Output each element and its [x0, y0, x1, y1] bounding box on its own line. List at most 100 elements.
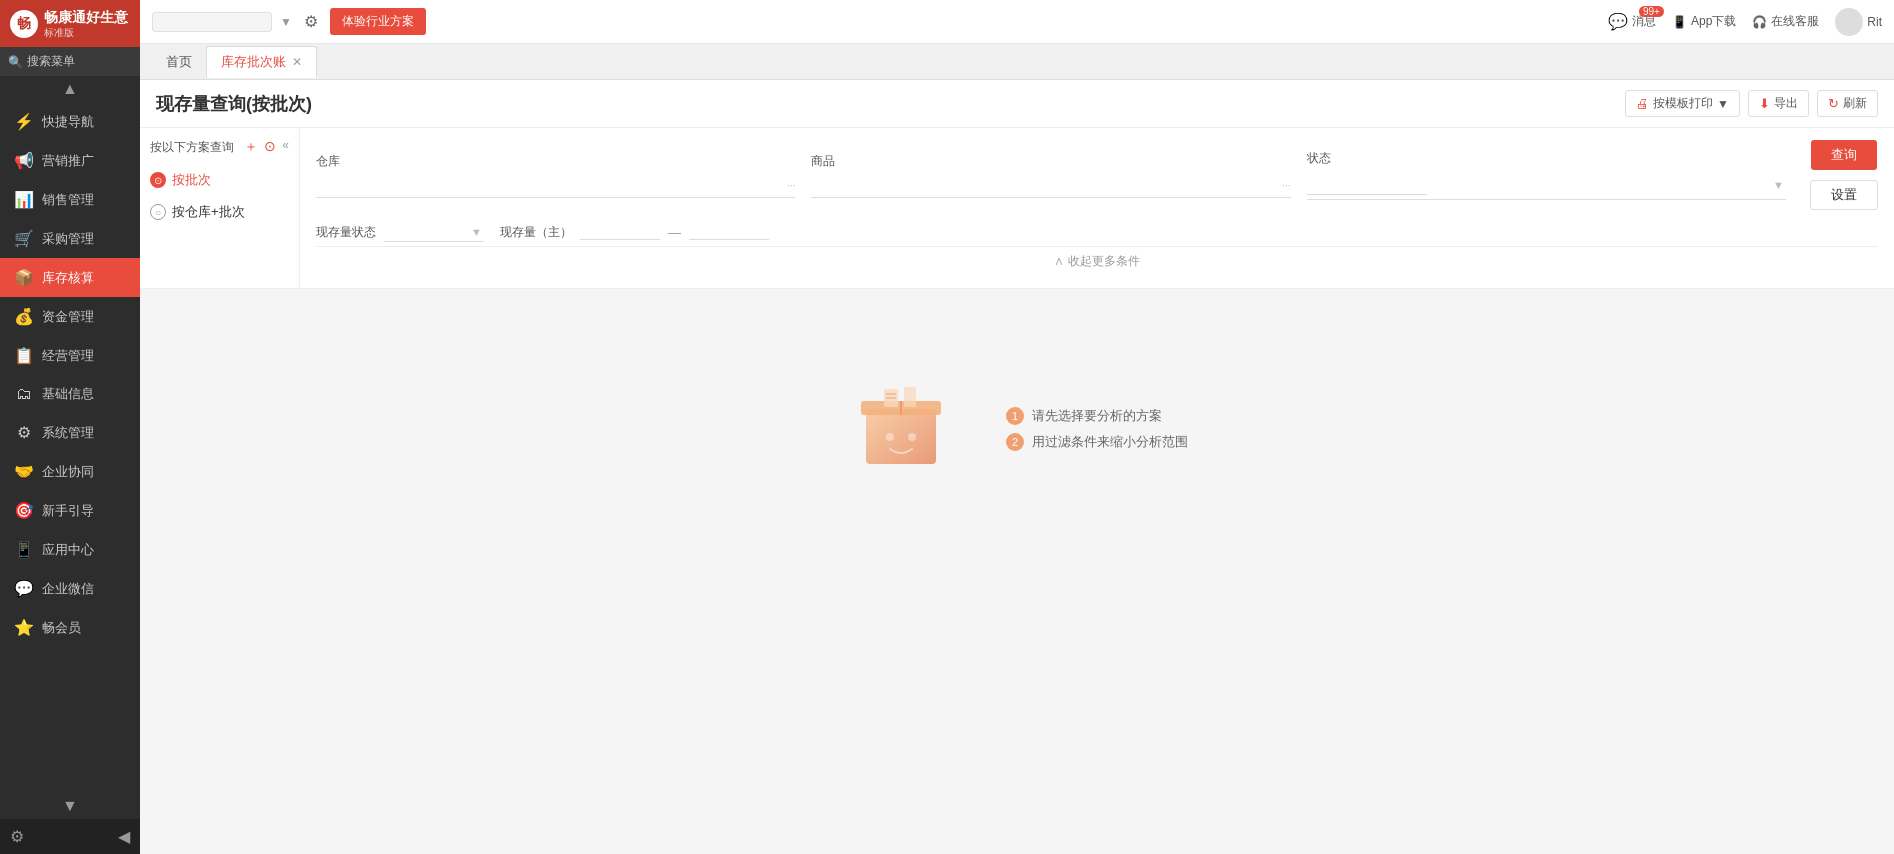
- scheme-dot-gray: ○: [150, 204, 166, 220]
- quicknav-icon: ⚡: [14, 112, 34, 131]
- sidebar-item-apps[interactable]: 📱 应用中心: [0, 530, 140, 569]
- svg-point-4: [908, 433, 916, 441]
- scheme-item-label-warehouse-batch: 按仓库+批次: [172, 203, 245, 221]
- scheme-add-icon[interactable]: ＋: [244, 138, 258, 156]
- collab-icon: 🤝: [14, 462, 34, 481]
- sidebar-item-collab[interactable]: 🤝 企业协同: [0, 452, 140, 491]
- topbar: ▼ ⚙ 体验行业方案 💬 消息 99+ 📱 App下载 🎧 在线客服 Rit: [140, 0, 1894, 44]
- inventory-status-label: 现存量状态: [316, 224, 376, 241]
- sidebar-item-member[interactable]: ⭐ 畅会员: [0, 608, 140, 647]
- svg-rect-6: [904, 387, 916, 407]
- empty-hints: 1 请先选择要分析的方案 2 用过滤条件来缩小分析范围: [1006, 407, 1188, 451]
- sidebar-item-marketing[interactable]: 📢 营销推广: [0, 141, 140, 180]
- topbar-user[interactable]: Rit: [1835, 8, 1882, 36]
- tab-home[interactable]: 首页: [152, 47, 206, 77]
- scheme-item-warehouse-batch[interactable]: ○ 按仓库+批次: [140, 196, 299, 228]
- collapse-label: 收起更多条件: [1068, 254, 1140, 268]
- topbar-search-box[interactable]: [152, 12, 272, 32]
- headset-icon: 🎧: [1752, 15, 1767, 29]
- sidebar-item-label: 应用中心: [42, 541, 94, 559]
- sidebar-item-finance[interactable]: 💰 资金管理: [0, 297, 140, 336]
- sidebar-item-label: 销售管理: [42, 191, 94, 209]
- export-btn[interactable]: ⬇ 导出: [1748, 90, 1809, 117]
- sidebar-item-label: 快捷导航: [42, 113, 94, 131]
- query-button[interactable]: 查询: [1811, 140, 1877, 170]
- hint-2-text: 用过滤条件来缩小分析范围: [1032, 433, 1188, 451]
- print-chevron-icon[interactable]: ▼: [1717, 97, 1729, 111]
- page-content: 现存量查询(按批次) 🖨 按模板打印 ▼ ⬇ 导出 ↻ 刷新: [140, 80, 1894, 854]
- filter-row-1: 仓库 ··· 商品 ··· 状态: [316, 140, 1878, 210]
- sidebar-item-quicknav[interactable]: ⚡ 快捷导航: [0, 102, 140, 141]
- tab-batch[interactable]: 库存批次账 ✕: [206, 46, 317, 78]
- filter-field-warehouse: 仓库 ···: [316, 153, 795, 198]
- warehouse-more-icon[interactable]: ···: [787, 180, 795, 191]
- sidebar-item-inventory[interactable]: 📦 库存核算: [0, 258, 140, 297]
- nav-scroll-up[interactable]: ▲: [0, 76, 140, 102]
- refresh-icon: ↻: [1828, 96, 1839, 111]
- print-label: 按模板打印: [1653, 95, 1713, 112]
- sidebar-item-sales[interactable]: 📊 销售管理: [0, 180, 140, 219]
- sidebar-item-label: 基础信息: [42, 385, 94, 403]
- online-service-label: 在线客服: [1771, 13, 1819, 30]
- sidebar-item-label: 系统管理: [42, 424, 94, 442]
- footer-settings-icon[interactable]: ⚙: [10, 827, 24, 846]
- sidebar-item-guide[interactable]: 🎯 新手引导: [0, 491, 140, 530]
- filter-inventory-qty: 现存量（主） —: [500, 224, 769, 241]
- filter-field-goods: 商品 ···: [811, 153, 1290, 198]
- sidebar-item-label: 企业微信: [42, 580, 94, 598]
- trial-btn[interactable]: 体验行业方案: [330, 8, 426, 35]
- scheme-collapse-icon[interactable]: «: [282, 138, 289, 156]
- filter-area: 仓库 ··· 商品 ··· 状态: [300, 128, 1894, 288]
- logo-text: 畅: [17, 15, 31, 33]
- svg-rect-0: [866, 409, 936, 464]
- inventory-status-select[interactable]: [384, 222, 484, 242]
- purchase-icon: 🛒: [14, 229, 34, 248]
- empty-svg: [846, 369, 956, 479]
- sidebar-item-wechat[interactable]: 💬 企业微信: [0, 569, 140, 608]
- collapse-filter-btn[interactable]: ∧ 收起更多条件: [316, 246, 1878, 276]
- scheme-settings-icon[interactable]: ⊙: [264, 138, 276, 156]
- inventory-icon: 📦: [14, 268, 34, 287]
- topbar-app-download[interactable]: 📱 App下载: [1672, 13, 1736, 30]
- sidebar-search[interactable]: 🔍 搜索菜单: [0, 47, 140, 76]
- filter-field-status: 状态 ▼: [1307, 150, 1786, 200]
- goods-input[interactable]: [811, 178, 1282, 193]
- app-title: 畅康通好生意: [44, 8, 128, 26]
- topbar-messages[interactable]: 💬 消息 99+: [1608, 12, 1656, 31]
- qty-range-to[interactable]: [689, 224, 769, 240]
- scheme-item-batch[interactable]: ⊙ 按批次: [140, 164, 299, 196]
- hint-1-text: 请先选择要分析的方案: [1032, 407, 1162, 425]
- sidebar-header[interactable]: 畅 畅康通好生意 标准版: [0, 0, 140, 47]
- footer-collapse-icon[interactable]: ◀: [118, 827, 130, 846]
- scheme-item-label-batch: 按批次: [172, 171, 211, 189]
- refresh-btn[interactable]: ↻ 刷新: [1817, 90, 1878, 117]
- sidebar-item-label: 营销推广: [42, 152, 94, 170]
- qty-range-from[interactable]: [580, 224, 660, 240]
- goods-more-icon[interactable]: ···: [1282, 180, 1290, 191]
- apps-icon: 📱: [14, 540, 34, 559]
- sidebar-item-basics[interactable]: 🗂 基础信息: [0, 375, 140, 413]
- tab-home-label: 首页: [166, 53, 192, 71]
- scheme-header-title: 按以下方案查询: [150, 139, 234, 156]
- print-icon: 🖨: [1636, 96, 1649, 111]
- topbar-gear-icon[interactable]: ⚙: [304, 12, 318, 31]
- finance-icon: 💰: [14, 307, 34, 326]
- sidebar-item-system[interactable]: ⚙ 系统管理: [0, 413, 140, 452]
- warehouse-label: 仓库: [316, 153, 795, 170]
- nav-scroll-down[interactable]: ▼: [0, 793, 140, 819]
- export-icon: ⬇: [1759, 96, 1770, 111]
- topbar-online-service[interactable]: 🎧 在线客服: [1752, 13, 1819, 30]
- settings-button[interactable]: 设置: [1810, 180, 1878, 210]
- topbar-search-input[interactable]: [161, 15, 241, 29]
- sidebar-item-purchase[interactable]: 🛒 采购管理: [0, 219, 140, 258]
- status-select[interactable]: [1307, 175, 1427, 195]
- tab-close-icon[interactable]: ✕: [292, 56, 302, 68]
- scheme-header-icons: ＋ ⊙ «: [244, 138, 289, 156]
- inventory-qty-label: 现存量（主）: [500, 224, 572, 241]
- print-btn[interactable]: 🖨 按模板打印 ▼: [1625, 90, 1740, 117]
- tabbar: 首页 库存批次账 ✕: [140, 44, 1894, 80]
- warehouse-input[interactable]: [316, 178, 787, 193]
- sidebar-item-label: 资金管理: [42, 308, 94, 326]
- topbar-chevron-icon[interactable]: ▼: [280, 15, 292, 29]
- sidebar-item-operations[interactable]: 📋 经营管理: [0, 336, 140, 375]
